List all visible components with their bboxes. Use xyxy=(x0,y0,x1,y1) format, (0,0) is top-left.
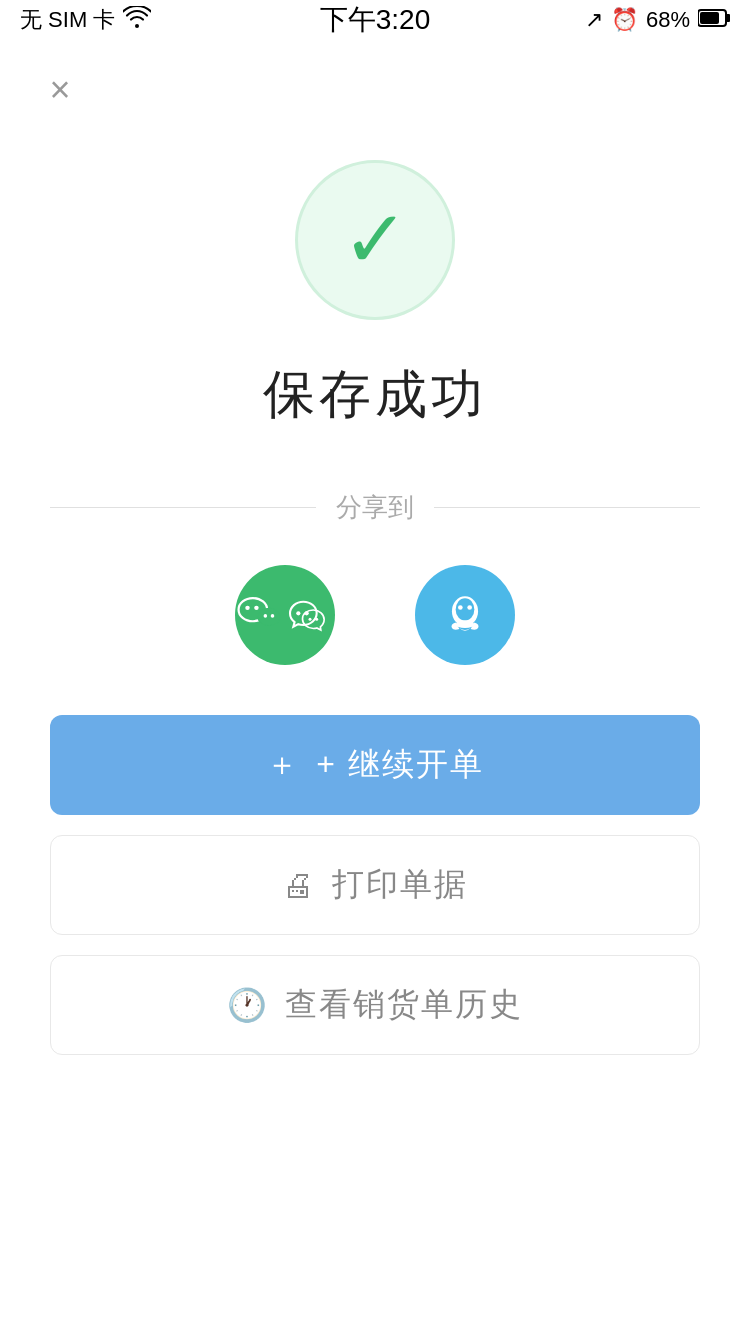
wechat-share-button[interactable] xyxy=(235,565,335,665)
checkmark-icon: ✓ xyxy=(342,200,409,280)
svg-point-18 xyxy=(456,621,475,628)
close-icon: × xyxy=(49,72,70,108)
history-button[interactable]: 🕐 查看销货单历史 xyxy=(50,955,700,1055)
battery-text: 68% xyxy=(646,7,690,33)
status-left: 无 SIM 卡 xyxy=(20,5,151,35)
wechat-icon xyxy=(235,587,285,643)
svg-point-9 xyxy=(271,614,275,618)
svg-point-12 xyxy=(309,618,312,621)
svg-point-15 xyxy=(456,598,475,620)
share-section: 分享到 xyxy=(50,490,700,665)
wechat-logo xyxy=(285,587,335,643)
location-icon: ↗ xyxy=(585,7,603,33)
main-content: ✓ 保存成功 分享到 xyxy=(0,140,750,1334)
svg-rect-1 xyxy=(726,14,730,22)
qq-share-button[interactable] xyxy=(415,565,515,665)
history-label: 查看销货单历史 xyxy=(285,983,523,1027)
close-button[interactable]: × xyxy=(30,60,90,120)
qq-icon xyxy=(437,587,493,643)
print-label: 打印单据 xyxy=(332,863,468,907)
svg-point-7 xyxy=(258,608,279,625)
battery-icon xyxy=(698,7,730,33)
svg-point-13 xyxy=(315,618,318,621)
svg-point-6 xyxy=(254,606,258,610)
status-right: ↗ ⏰ 68% xyxy=(585,7,730,33)
print-button[interactable]: 🖨 打印单据 xyxy=(50,835,700,935)
svg-point-17 xyxy=(467,605,472,610)
svg-point-8 xyxy=(264,614,268,618)
plus-icon: ＋ xyxy=(266,743,300,787)
action-buttons: ＋ + 继续开单 🖨 打印单据 🕐 查看销货单历史 xyxy=(50,715,700,1055)
success-title: 保存成功 xyxy=(263,360,487,430)
svg-point-5 xyxy=(245,606,249,610)
share-label: 分享到 xyxy=(336,490,414,525)
signal-text: 无 SIM 卡 xyxy=(20,5,115,35)
print-icon: 🖨 xyxy=(282,867,316,904)
continue-button[interactable]: ＋ + 继续开单 xyxy=(50,715,700,815)
share-icons xyxy=(50,565,700,665)
alarm-icon: ⏰ xyxy=(611,7,638,33)
svg-point-16 xyxy=(458,605,463,610)
status-bar: 无 SIM 卡 下午3:20 ↗ ⏰ 68% xyxy=(0,0,750,40)
wifi-icon xyxy=(123,6,151,34)
continue-label: + 继续开单 xyxy=(316,743,484,787)
success-icon-circle: ✓ xyxy=(295,160,455,320)
svg-point-10 xyxy=(296,611,300,615)
svg-rect-2 xyxy=(700,12,719,24)
history-icon: 🕐 xyxy=(227,986,269,1024)
share-divider: 分享到 xyxy=(50,490,700,525)
status-time: 下午3:20 xyxy=(320,1,431,39)
